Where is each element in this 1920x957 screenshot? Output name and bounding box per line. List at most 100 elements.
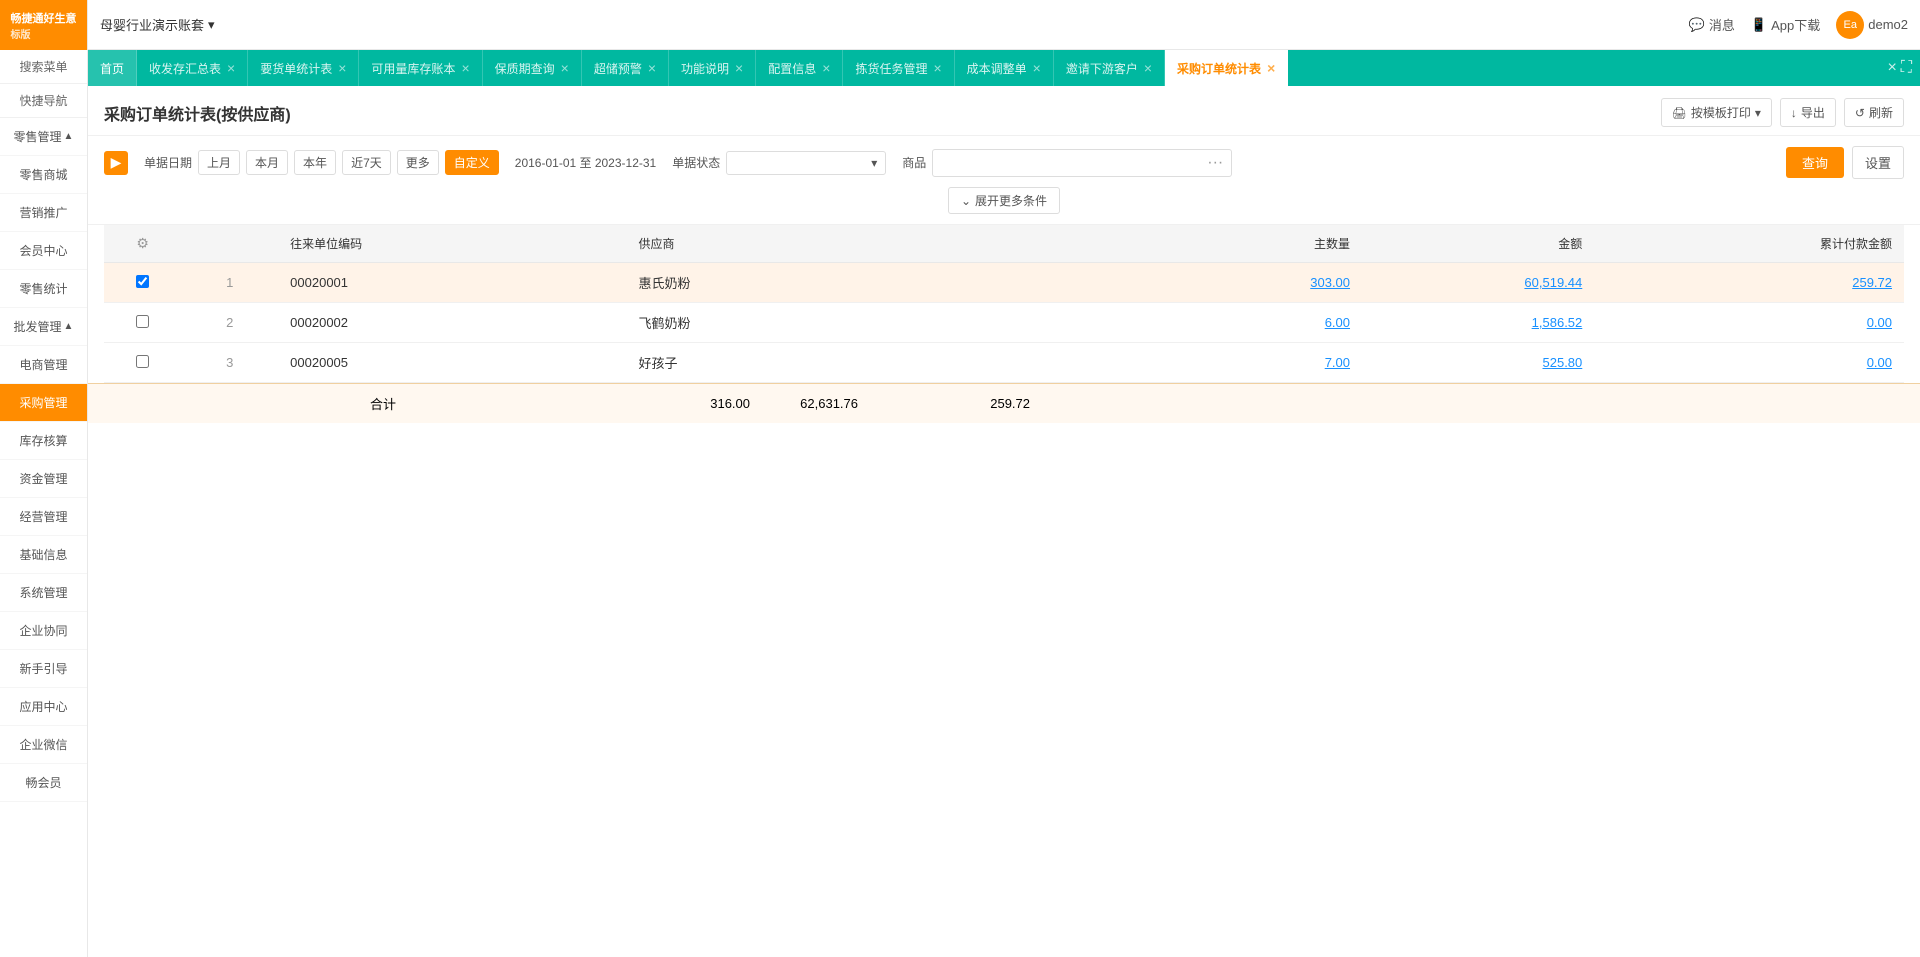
filter-actions: 查询 设置: [1786, 146, 1904, 179]
status-select[interactable]: ▾: [726, 151, 886, 175]
sidebar-item-enterprise-collab[interactable]: 企业协同: [0, 612, 87, 650]
message-button[interactable]: 💬 消息: [1689, 15, 1735, 34]
sidebar-item-wholesale-mgmt[interactable]: 批发管理▲: [0, 308, 87, 346]
tab-label-function-desc: 功能说明: [681, 60, 729, 77]
th-paid: 累计付款金额: [1594, 225, 1904, 263]
print-button[interactable]: 🖨 按模板打印 ▾: [1661, 98, 1772, 127]
sidebar-item-new-guide[interactable]: 新手引导: [0, 650, 87, 688]
sidebar-item-app-center[interactable]: 应用中心: [0, 688, 87, 726]
sidebar-item-retail-stats[interactable]: 零售统计: [0, 270, 87, 308]
row-checkbox-1[interactable]: [104, 303, 181, 343]
tab-close-warranty-query[interactable]: ×: [561, 60, 569, 76]
refresh-button[interactable]: ↺ 刷新: [1844, 98, 1904, 127]
tab-close-requisition-stats[interactable]: ×: [338, 60, 346, 76]
sidebar-item-operation-mgmt[interactable]: 经营管理: [0, 498, 87, 536]
tab-home[interactable]: 首页: [88, 50, 137, 86]
sidebar-item-basic-info[interactable]: 基础信息: [0, 536, 87, 574]
tab-receive-summary[interactable]: 收发存汇总表 ×: [137, 50, 248, 86]
row-seq-1: 2: [181, 303, 278, 343]
sidebar-item-vip-member[interactable]: 畅会员: [0, 764, 87, 802]
tab-close-config-info[interactable]: ×: [822, 60, 830, 76]
sidebar-item-system-mgmt[interactable]: 系统管理: [0, 574, 87, 612]
tab-function-desc[interactable]: 功能说明 ×: [669, 50, 756, 86]
search-menu[interactable]: 搜索菜单: [0, 50, 87, 84]
row-paid-2[interactable]: 0.00: [1594, 343, 1904, 383]
sidebar-item-finance-mgmt[interactable]: 资金管理: [0, 460, 87, 498]
sidebar-item-retail-mgmt[interactable]: 零售管理▲: [0, 118, 87, 156]
tab-close-invite-downstream[interactable]: ×: [1144, 60, 1152, 76]
query-button[interactable]: 查询: [1786, 147, 1844, 178]
user-profile[interactable]: Ea demo2: [1836, 11, 1908, 39]
row-qty-1[interactable]: 6.00: [1168, 303, 1362, 343]
last-7days-btn[interactable]: 近7天: [342, 150, 391, 175]
tab-label-warranty-query: 保质期查询: [495, 60, 555, 77]
tab-warranty-query[interactable]: 保质期查询 ×: [483, 50, 582, 86]
row-checkbox-0[interactable]: [104, 263, 181, 303]
row-check-input-1[interactable]: [136, 315, 149, 328]
export-button[interactable]: ↓ 导出: [1780, 98, 1836, 127]
tab-label-receive-summary: 收发存汇总表: [149, 60, 221, 77]
tab-close-receive-summary[interactable]: ×: [227, 60, 235, 76]
tab-close-purchase-order-stats[interactable]: ×: [1267, 60, 1275, 76]
close-all-tabs-button[interactable]: ×: [1887, 59, 1896, 77]
table-row: 3 00020005 好孩子 7.00 525.80 0.00: [104, 343, 1904, 383]
tab-invite-downstream[interactable]: 邀请下游客户×: [1054, 50, 1165, 86]
more-date-btn[interactable]: 更多: [397, 150, 439, 175]
tab-close-cost-adjust[interactable]: ×: [1033, 60, 1041, 76]
row-amount-1[interactable]: 1,586.52: [1362, 303, 1594, 343]
row-checkbox-2[interactable]: [104, 343, 181, 383]
row-amount-2[interactable]: 525.80: [1362, 343, 1594, 383]
row-qty-0[interactable]: 303.00: [1168, 263, 1362, 303]
settings-button[interactable]: 设置: [1852, 146, 1904, 179]
tab-cost-adjust[interactable]: 成本调整单×: [955, 50, 1054, 86]
sidebar-item-member-center[interactable]: 会员中心: [0, 232, 87, 270]
tab-close-function-desc[interactable]: ×: [735, 60, 743, 76]
row-paid-0[interactable]: 259.72: [1594, 263, 1904, 303]
goods-input[interactable]: ···: [932, 149, 1232, 177]
tab-requisition-stats[interactable]: 要货单统计表×: [248, 50, 359, 86]
page-title: 采购订单统计表(按供应商): [104, 101, 291, 125]
tab-purchase-order-stats[interactable]: 采购订单统计表×: [1165, 50, 1288, 86]
message-icon: 💬: [1689, 17, 1705, 33]
sidebar-item-purchase-mgmt[interactable]: 采购管理: [0, 384, 87, 422]
tab-close-available-inventory[interactable]: ×: [461, 60, 469, 76]
row-seq-0: 1: [181, 263, 278, 303]
topbar-left: 母婴行业演示账套 ▾: [100, 15, 215, 34]
this-month-btn[interactable]: 本月: [246, 150, 288, 175]
chevron-down-icon: ⌄: [961, 194, 971, 208]
this-year-btn[interactable]: 本年: [294, 150, 336, 175]
maximize-button[interactable]: ⛶: [1901, 59, 1912, 77]
sidebar-item-retail-shop[interactable]: 零售商城: [0, 156, 87, 194]
th-seq: [181, 225, 278, 263]
th-checkbox: ⚙: [104, 225, 181, 263]
tab-close-overstock-warning[interactable]: ×: [648, 60, 656, 76]
sidebar-menu: 零售管理▲零售商城营销推广会员中心零售统计批发管理▲电商管理采购管理库存核算资金…: [0, 118, 87, 957]
custom-date-btn[interactable]: 自定义: [445, 150, 499, 175]
row-amount-0[interactable]: 60,519.44: [1362, 263, 1594, 303]
tab-overstock-warning[interactable]: 超储预警×: [582, 50, 669, 86]
sidebar-item-label-retail-mgmt: 零售管理: [14, 128, 62, 145]
row-paid-1[interactable]: 0.00: [1594, 303, 1904, 343]
tab-picking-task[interactable]: 拣货任务管理×: [843, 50, 954, 86]
workspace-selector[interactable]: 母婴行业演示账套 ▾: [100, 15, 215, 34]
avatar: Ea: [1836, 11, 1864, 39]
row-qty-2[interactable]: 7.00: [1168, 343, 1362, 383]
sidebar-item-marketing[interactable]: 营销推广: [0, 194, 87, 232]
sidebar-item-inventory[interactable]: 库存核算: [0, 422, 87, 460]
sidebar-item-enterprise-wechat[interactable]: 企业微信: [0, 726, 87, 764]
footer-paid: 259.72: [870, 396, 1030, 411]
app-download-button[interactable]: 📱 App下载: [1751, 15, 1820, 34]
expand-more-btn[interactable]: ⌄ 展开更多条件: [948, 187, 1060, 214]
last-month-btn[interactable]: 上月: [198, 150, 240, 175]
tab-config-info[interactable]: 配置信息×: [756, 50, 843, 86]
tab-close-picking-task[interactable]: ×: [933, 60, 941, 76]
row-check-input-0[interactable]: [136, 275, 149, 288]
row-check-input-2[interactable]: [136, 355, 149, 368]
sidebar-item-ecommerce-mgmt[interactable]: 电商管理: [0, 346, 87, 384]
settings-icon[interactable]: ⚙: [136, 235, 149, 251]
filter-toggle-button[interactable]: ▶: [104, 151, 128, 175]
quick-nav[interactable]: 快捷导航: [0, 84, 87, 118]
tab-available-inventory[interactable]: 可用量库存账本×: [359, 50, 482, 86]
refresh-icon: ↺: [1855, 106, 1865, 120]
print-icon: 🖨: [1672, 106, 1687, 120]
